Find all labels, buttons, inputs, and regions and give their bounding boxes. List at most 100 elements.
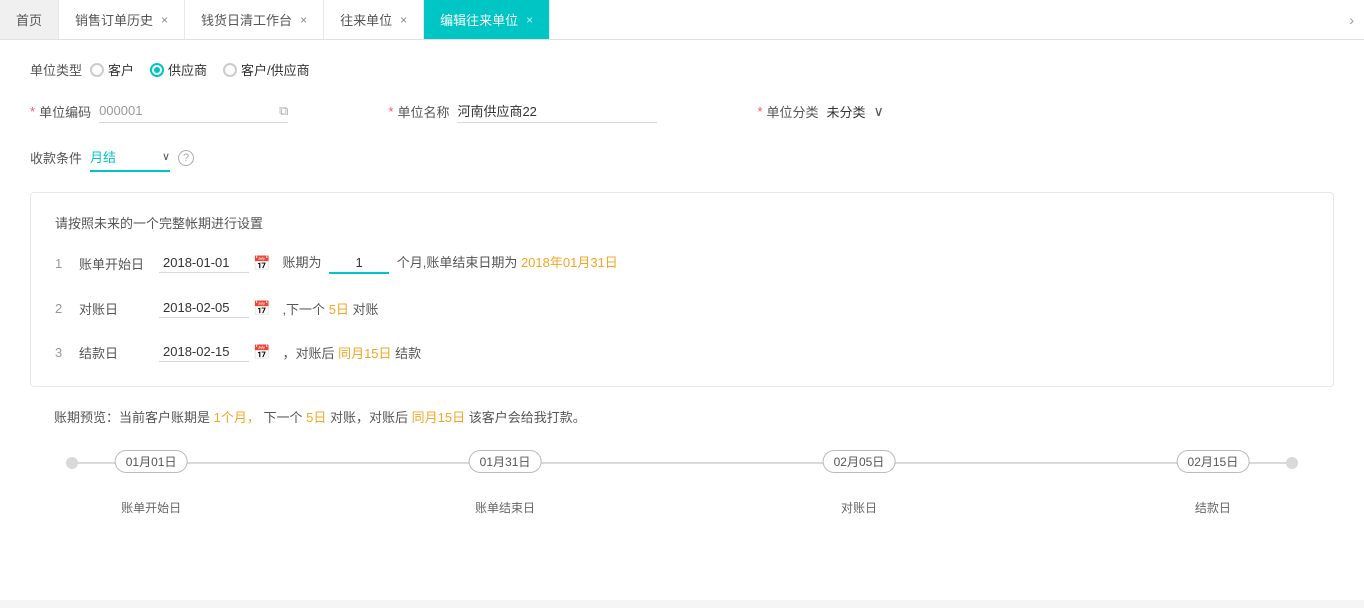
preview-text4: 该客户会给我打款。: [469, 410, 586, 425]
radio-customer-label: 客户: [108, 60, 134, 79]
unit-name-input-wrapper: [457, 99, 657, 123]
radio-group: 客户 供应商 客户/供应商: [90, 60, 310, 79]
copy-icon[interactable]: ⧉: [279, 103, 288, 119]
unit-type-row: 单位类型 客户 供应商 客户/供应商: [30, 60, 1334, 79]
timeline-node-2: 01月31日 账单结束日: [469, 450, 542, 516]
timeline-node-4: 02月15日 结款日: [1177, 450, 1250, 516]
preview-label: 账期预览：当前客户账期是: [54, 410, 210, 425]
unit-type-group: 单位类型 客户 供应商 客户/供应商: [30, 60, 310, 79]
calendar-icon-1[interactable]: 📅: [253, 255, 270, 272]
date-value-2: 2018-02-05: [159, 298, 249, 318]
timeline-node-3: 02月05日 对账日: [823, 450, 896, 516]
unit-name-group: * 单位名称: [388, 99, 657, 123]
setting-field-3: 结款日: [79, 343, 159, 362]
unit-classify-label: 单位分类: [767, 102, 819, 121]
setting-row-3: 3 结款日 2018-02-15 📅 ，对账后 同月15日 结款: [55, 342, 1309, 362]
preview-text3: 对账，对账后: [330, 410, 408, 425]
payment-condition-row: 收款条件 月结 ∨ ?: [30, 143, 1334, 172]
payment-select-wrapper: 月结 ∨ ?: [90, 143, 194, 172]
required-star-code: *: [30, 104, 35, 119]
tab-close-edit-partner[interactable]: ×: [526, 13, 533, 27]
period-unit-text: 个月,账单结束日期为: [397, 255, 518, 270]
unit-classify-group: * 单位分类 未分类 ∨: [757, 102, 883, 121]
tab-close-cash-workbench[interactable]: ×: [300, 13, 307, 27]
period-end-date: 2018年01月31日: [521, 255, 618, 270]
timeline-left-dot: [66, 457, 78, 469]
unit-info-row: * 单位编码 ⧉ * 单位名称 * 单位分类 未分类 ∨: [30, 99, 1334, 123]
unit-name-label: 单位名称: [397, 102, 449, 121]
setting-date-3: 2018-02-15 📅: [159, 342, 270, 362]
setting-field-2: 对账日: [79, 299, 159, 318]
preview-text2: 下一个: [264, 410, 303, 425]
radio-supplier-label: 供应商: [168, 60, 207, 79]
radio-supplier[interactable]: 供应商: [150, 60, 207, 79]
calendar-icon-2[interactable]: 📅: [253, 300, 270, 317]
tab-partner-units[interactable]: 往来单位 ×: [324, 0, 424, 39]
preview-payment-day: 同月15日: [412, 410, 465, 425]
setting-desc-3: ，对账后 同月15日 结款: [282, 343, 421, 362]
unit-classify-value: 未分类: [827, 102, 866, 121]
preview-text: 账期预览：当前客户账期是 1个月， 下一个 5日 对账，对账后 同月15日 该客…: [30, 407, 1334, 426]
tabs-bar: 首页 销售订单历史 × 钱货日清工作台 × 往来单位 × 编辑往来单位 × ›: [0, 0, 1364, 40]
node-4-pill: 02月15日: [1177, 450, 1250, 473]
preview-period: 1个月，: [214, 410, 260, 425]
node-3-pill: 02月05日: [823, 450, 896, 473]
unit-code-group: * 单位编码 ⧉: [30, 99, 288, 123]
timeline-area: 01月01日 账单开始日 01月31日 账单结束日 02月05日 对账日 02月…: [30, 450, 1334, 520]
tabs-scroll-right[interactable]: ›: [1339, 12, 1364, 28]
setting-field-1: 账单开始日: [79, 254, 159, 273]
calendar-icon-3[interactable]: 📅: [253, 344, 270, 361]
payment-condition-group: 收款条件 月结 ∨ ?: [30, 143, 194, 172]
radio-both[interactable]: 客户/供应商: [223, 60, 310, 79]
setting-desc-1: 账期为 个月,账单结束日期为 2018年01月31日: [282, 252, 617, 274]
payment-desc-prefix: ，对账后: [282, 346, 334, 361]
setting-date-2: 2018-02-05 📅: [159, 298, 270, 318]
radio-customer[interactable]: 客户: [90, 60, 134, 79]
tab-close-sales-history[interactable]: ×: [161, 13, 168, 27]
payment-day: 同月15日: [338, 346, 391, 361]
unit-name-input[interactable]: [457, 99, 637, 122]
timeline-right-dot: [1286, 457, 1298, 469]
reconcile-desc-prefix: ,下一个: [282, 302, 325, 317]
radio-supplier-circle: [150, 63, 164, 77]
required-star-classify: *: [757, 104, 762, 119]
payment-select-text: 月结: [90, 147, 158, 166]
reconcile-day: 5日: [329, 302, 349, 317]
payment-select-arrow-icon: ∨: [162, 150, 170, 163]
radio-both-label: 客户/供应商: [241, 60, 310, 79]
settings-title: 请按照未来的一个完整帐期进行设置: [55, 213, 1309, 232]
unit-code-label: 单位编码: [39, 102, 91, 121]
unit-code-input[interactable]: [99, 99, 275, 122]
timeline-node-1: 01月01日 账单开始日: [115, 450, 188, 516]
unit-code-input-wrapper: ⧉: [99, 99, 288, 123]
setting-row-2: 2 对账日 2018-02-05 📅 ,下一个 5日 对账: [55, 298, 1309, 318]
unit-type-label: 单位类型: [30, 60, 82, 79]
tab-edit-partner[interactable]: 编辑往来单位 ×: [424, 0, 550, 39]
payment-condition-label: 收款条件: [30, 148, 82, 167]
node-3-label: 对账日: [841, 499, 877, 516]
unit-classify-select[interactable]: 未分类 ∨: [827, 102, 884, 121]
setting-num-3: 3: [55, 345, 79, 360]
tab-home[interactable]: 首页: [0, 0, 59, 39]
period-label: 账期为: [282, 255, 321, 270]
payment-select[interactable]: 月结 ∨: [90, 143, 170, 172]
setting-row-1: 1 账单开始日 2018-01-01 📅 账期为 个月,账单结束日期为 2018…: [55, 252, 1309, 274]
classify-dropdown-icon: ∨: [874, 103, 884, 120]
radio-both-circle: [223, 63, 237, 77]
tab-close-partner-units[interactable]: ×: [400, 13, 407, 27]
node-1-label: 账单开始日: [121, 499, 181, 516]
tab-cash-workbench[interactable]: 钱货日清工作台 ×: [185, 0, 324, 39]
required-star-name: *: [388, 104, 393, 119]
node-2-pill: 01月31日: [469, 450, 542, 473]
node-4-label: 结款日: [1195, 499, 1231, 516]
reconcile-desc-suffix: 对账: [353, 302, 379, 317]
node-1-pill: 01月01日: [115, 450, 188, 473]
radio-customer-circle: [90, 63, 104, 77]
help-icon[interactable]: ?: [178, 150, 194, 166]
period-input[interactable]: [329, 253, 389, 274]
payment-desc-suffix: 结款: [395, 346, 421, 361]
timeline-line: [70, 462, 1294, 464]
tab-sales-history[interactable]: 销售订单历史 ×: [59, 0, 185, 39]
setting-num-1: 1: [55, 256, 79, 271]
setting-date-1: 2018-01-01 📅: [159, 253, 270, 273]
